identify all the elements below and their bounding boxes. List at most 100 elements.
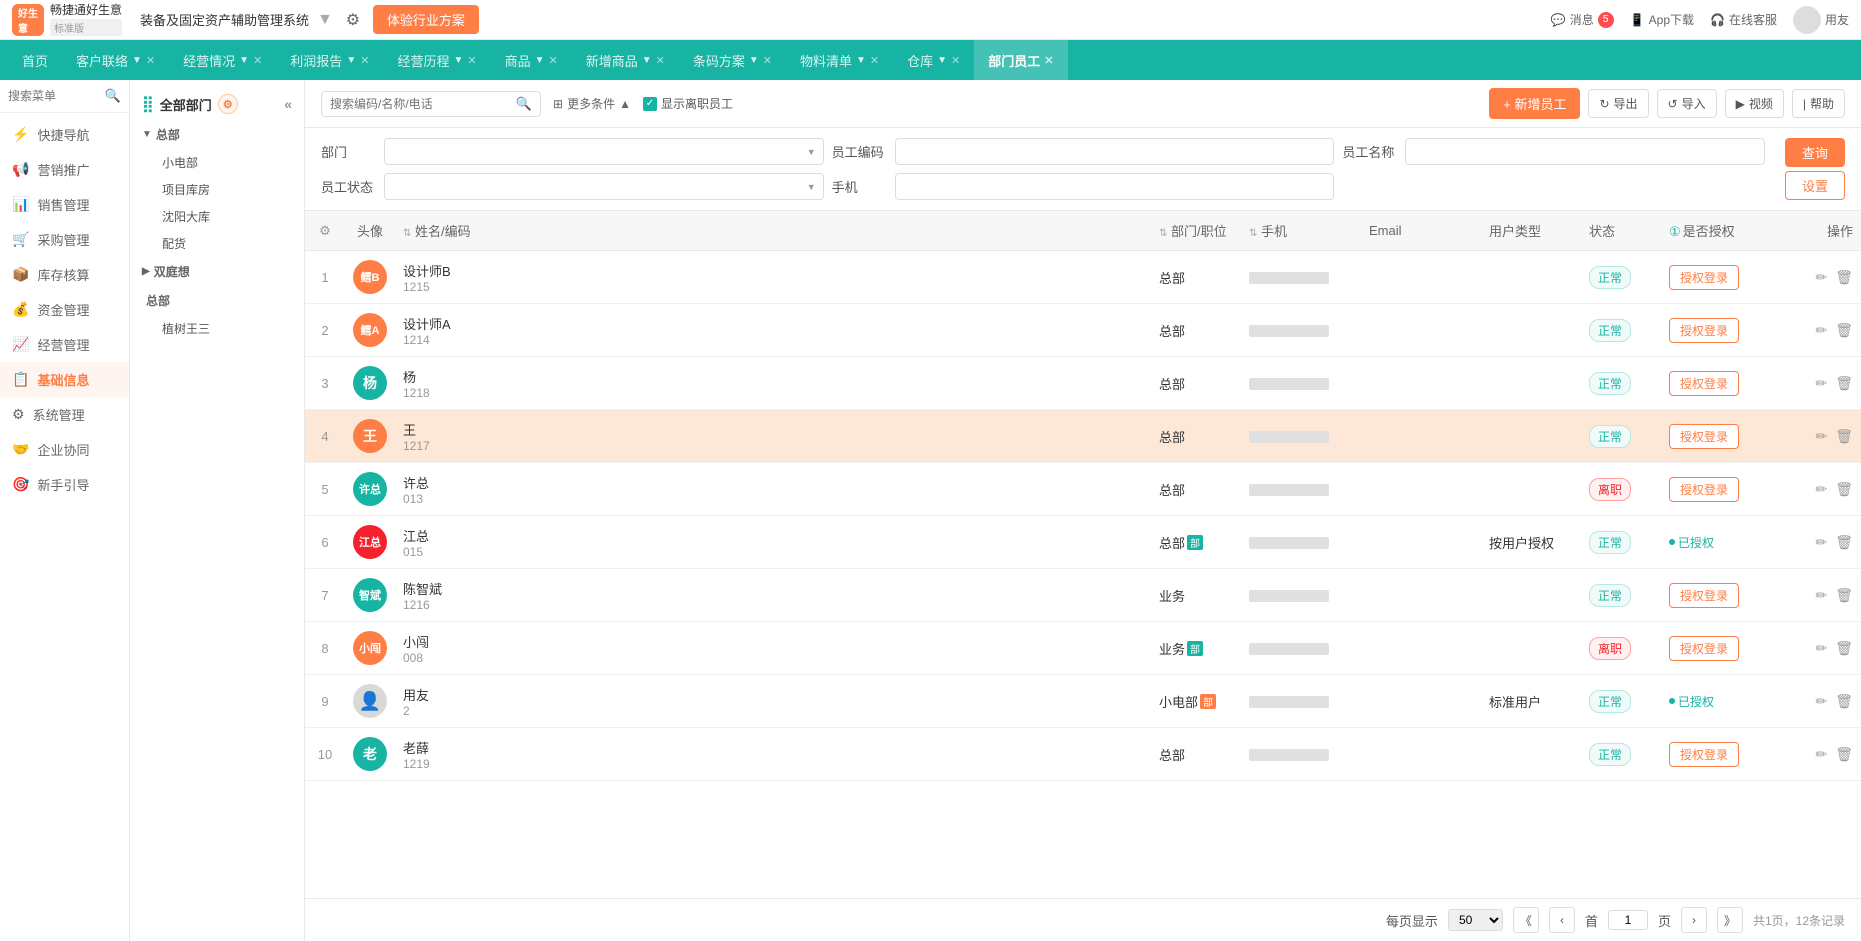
- delete-button[interactable]: 🗑: [1835, 534, 1853, 551]
- trial-button[interactable]: 体验行业方案: [373, 5, 479, 34]
- auth-login-button[interactable]: 授权登录: [1669, 477, 1739, 502]
- tab-department-close[interactable]: ✕: [1044, 54, 1053, 67]
- auth-login-button[interactable]: 授权登录: [1669, 583, 1739, 608]
- sidebar-item-guide[interactable]: 🎯 新手引导: [0, 467, 129, 502]
- sidebar-item-basic-info[interactable]: 📋 基础信息: [0, 362, 129, 397]
- search-button[interactable]: 查询: [1785, 138, 1845, 167]
- delete-button[interactable]: 🗑: [1835, 746, 1853, 763]
- delete-button[interactable]: 🗑: [1835, 428, 1853, 445]
- more-filters-button[interactable]: ⊞ 更多条件 ▲: [553, 95, 631, 112]
- delete-button[interactable]: 🗑: [1835, 375, 1853, 392]
- tab-profit-close[interactable]: ✕: [360, 54, 369, 67]
- tree-group-head[interactable]: 总部: [130, 286, 304, 315]
- sidebar-item-purchase[interactable]: 🛒 采购管理: [0, 222, 129, 257]
- delete-button[interactable]: 🗑: [1835, 322, 1853, 339]
- filter-phone-input[interactable]: [895, 173, 1335, 200]
- edit-button[interactable]: ✏: [1815, 746, 1827, 763]
- tree-group-head-office[interactable]: ▼ 总部: [130, 120, 304, 149]
- set-button[interactable]: 设置: [1785, 171, 1845, 200]
- auth-login-button[interactable]: 授权登录: [1669, 265, 1739, 290]
- tab-new-goods-close[interactable]: ✕: [656, 54, 665, 67]
- export-button[interactable]: ↻ 导出: [1588, 89, 1648, 118]
- settings-icon[interactable]: ⚙: [341, 8, 365, 32]
- tree-sub-shenyang[interactable]: 沈阳大库: [130, 203, 304, 230]
- delete-button[interactable]: 🗑: [1835, 481, 1853, 498]
- filter-dept-select[interactable]: [384, 138, 824, 165]
- col-settings-icon[interactable]: ⚙: [305, 211, 345, 251]
- auth-login-button[interactable]: 授权登录: [1669, 318, 1739, 343]
- sidebar-search-input[interactable]: [8, 89, 99, 103]
- edit-button[interactable]: ✏: [1815, 375, 1827, 392]
- sidebar-item-collab[interactable]: 🤝 企业协同: [0, 432, 129, 467]
- filter-status-select[interactable]: [384, 173, 824, 200]
- import-button[interactable]: ↺ 导入: [1657, 89, 1717, 118]
- sidebar-item-quick-nav[interactable]: ⚡ 快捷导航: [0, 117, 129, 152]
- filter-emp-code-input[interactable]: [895, 138, 1335, 165]
- tab-bom[interactable]: 物料清单▼✕: [786, 40, 893, 80]
- tree-sub-distribution[interactable]: 配货: [130, 230, 304, 257]
- tab-customer[interactable]: 客户联络▼✕: [62, 40, 169, 80]
- tree-sub-small-elec[interactable]: 小电部: [130, 149, 304, 176]
- edit-button[interactable]: ✏: [1815, 587, 1827, 604]
- delete-button[interactable]: 🗑: [1835, 693, 1853, 710]
- auth-login-button[interactable]: 授权登录: [1669, 636, 1739, 661]
- auth-login-button[interactable]: 授权登录: [1669, 742, 1739, 767]
- sidebar-item-finance[interactable]: 💰 资金管理: [0, 292, 129, 327]
- tab-profit[interactable]: 利润报告▼✕: [276, 40, 383, 80]
- col-name-header[interactable]: ⇅ 姓名/编码: [395, 211, 1151, 251]
- per-page-select[interactable]: 50 20 100: [1448, 909, 1503, 931]
- sidebar-item-business[interactable]: 📈 经营管理: [0, 327, 129, 362]
- tab-new-goods[interactable]: 新增商品▼✕: [572, 40, 679, 80]
- auth-login-button[interactable]: 授权登录: [1669, 424, 1739, 449]
- delete-button[interactable]: 🗑: [1835, 587, 1853, 604]
- page-number-input[interactable]: [1608, 910, 1648, 930]
- add-employee-button[interactable]: + 新增员工: [1489, 88, 1580, 119]
- tree-settings-icon[interactable]: ⚙: [218, 94, 238, 114]
- edit-button[interactable]: ✏: [1815, 693, 1827, 710]
- sidebar-item-sales[interactable]: 📊 销售管理: [0, 187, 129, 222]
- last-page-button[interactable]: 》: [1717, 907, 1743, 933]
- first-page-button[interactable]: 《: [1513, 907, 1539, 933]
- col-phone-header[interactable]: ⇅ 手机: [1241, 211, 1361, 251]
- edit-button[interactable]: ✏: [1815, 640, 1827, 657]
- system-dropdown-icon[interactable]: ▼: [317, 11, 333, 29]
- tab-goods-close[interactable]: ✕: [549, 54, 558, 67]
- sidebar-item-system[interactable]: ⚙ 系统管理: [0, 397, 129, 432]
- tab-goods[interactable]: 商品▼✕: [491, 40, 572, 80]
- search-input[interactable]: [330, 97, 510, 111]
- tab-history-close[interactable]: ✕: [467, 54, 476, 67]
- show-resign-toggle[interactable]: ✓ 显示离职员工: [643, 95, 733, 112]
- filter-emp-name-input[interactable]: [1405, 138, 1765, 165]
- prev-page-button[interactable]: ‹: [1549, 907, 1575, 933]
- tab-barcode[interactable]: 条码方案▼✕: [679, 40, 786, 80]
- view-button[interactable]: ▶ 视频: [1725, 89, 1784, 118]
- tab-bom-close[interactable]: ✕: [870, 54, 879, 67]
- tab-department[interactable]: 部门员工✕: [974, 40, 1067, 80]
- online-service-button[interactable]: 🎧 在线客服: [1710, 11, 1777, 28]
- app-download-button[interactable]: 📱 App下载: [1630, 11, 1694, 28]
- tab-warehouse-close[interactable]: ✕: [951, 54, 960, 67]
- help-button[interactable]: | 帮助: [1792, 89, 1845, 118]
- tab-home[interactable]: 首页: [8, 40, 62, 80]
- delete-button[interactable]: 🗑: [1835, 269, 1853, 286]
- tree-sub-project-room[interactable]: 项目库房: [130, 176, 304, 203]
- sidebar-item-marketing[interactable]: 📢 营销推广: [0, 152, 129, 187]
- sidebar-item-stock[interactable]: 📦 库存核算: [0, 257, 129, 292]
- edit-button[interactable]: ✏: [1815, 534, 1827, 551]
- tab-barcode-close[interactable]: ✕: [763, 54, 772, 67]
- edit-button[interactable]: ✏: [1815, 481, 1827, 498]
- tree-group-shuangtingxiang[interactable]: ▶ 双庭想: [130, 257, 304, 286]
- user-area[interactable]: 用友: [1793, 6, 1849, 34]
- msg-button[interactable]: 💬 消息 5: [1551, 11, 1614, 28]
- edit-button[interactable]: ✏: [1815, 322, 1827, 339]
- delete-button[interactable]: 🗑: [1835, 640, 1853, 657]
- col-dept-header[interactable]: ⇅ 部门/职位: [1151, 211, 1241, 251]
- tab-customer-close[interactable]: ✕: [146, 54, 155, 67]
- tab-operation-close[interactable]: ✕: [253, 54, 262, 67]
- auth-login-button[interactable]: 授权登录: [1669, 371, 1739, 396]
- next-page-button[interactable]: ›: [1681, 907, 1707, 933]
- tab-history[interactable]: 经营历程▼✕: [383, 40, 490, 80]
- edit-button[interactable]: ✏: [1815, 428, 1827, 445]
- tree-collapse-icon[interactable]: «: [284, 96, 292, 112]
- edit-button[interactable]: ✏: [1815, 269, 1827, 286]
